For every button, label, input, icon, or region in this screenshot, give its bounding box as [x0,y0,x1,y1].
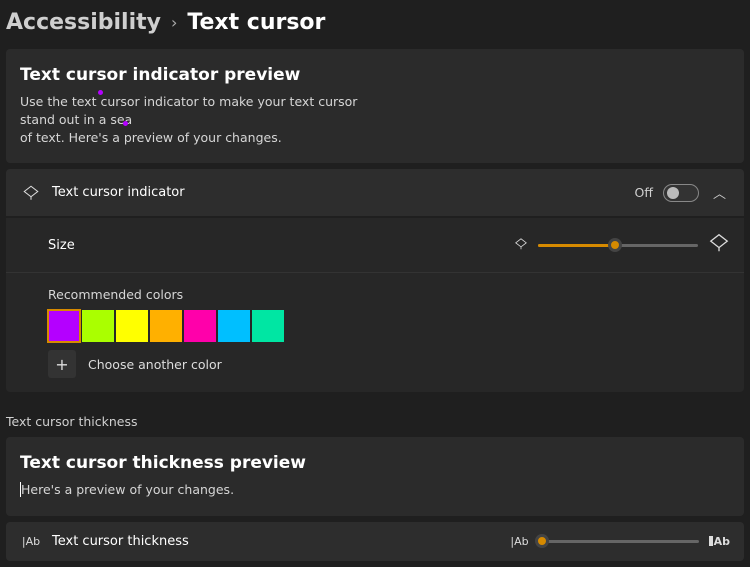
indicator-toggle-state: Off [635,185,653,200]
color-swatch-5[interactable] [218,310,250,342]
thickness-preview-card: Text cursor thickness preview Here's a p… [6,437,744,515]
indicator-preview-line2: of text. Here's a preview of your change… [20,130,282,145]
thickness-label: Text cursor thickness [52,534,510,549]
indicator-expander[interactable]: ︿ [709,181,730,204]
breadcrumb-current: Text cursor [187,10,325,35]
thickness-preview-text: Here's a preview of your changes. [21,482,234,497]
color-swatch-2[interactable] [116,310,148,342]
swatch-row [48,310,730,342]
indicator-preview-desc: Use the text cursor indicator to make yo… [20,93,360,147]
cursor-indicator-preview-caret [136,114,138,126]
thickness-preview-desc: Here's a preview of your changes. [20,481,360,499]
plus-icon[interactable]: + [48,350,76,378]
cursor-indicator-top-dot [98,90,103,95]
thickness-icon: |Ab [20,535,42,548]
size-row: Size [6,218,744,273]
size-slider[interactable] [538,244,698,247]
colors-title: Recommended colors [48,287,730,302]
choose-color-label: Choose another color [88,357,222,372]
thickness-row: |Ab Text cursor thickness |Ab Ab [6,522,744,561]
breadcrumb: Accessibility › Text cursor [6,4,744,49]
size-max-icon [708,232,730,258]
indicator-preview-title: Text cursor indicator preview [20,65,730,85]
color-swatch-6[interactable] [252,310,284,342]
size-slider-thumb[interactable] [608,238,622,252]
colors-section: Recommended colors + Choose another colo… [6,273,744,392]
thickness-max-icon: Ab [709,535,730,548]
color-swatch-0[interactable] [48,310,80,342]
color-swatch-4[interactable] [184,310,216,342]
breadcrumb-parent[interactable]: Accessibility [6,10,161,35]
indicator-row[interactable]: Text cursor indicator Off ︿ [6,169,744,216]
indicator-sub-panel: Size Recommended colors + Choose another [6,218,744,392]
color-swatch-1[interactable] [82,310,114,342]
thickness-min-icon: |Ab [510,535,528,548]
size-label: Size [48,238,514,253]
thickness-preview-title: Text cursor thickness preview [20,453,730,473]
indicator-toggle[interactable] [663,184,699,202]
thickness-slider-thumb[interactable] [535,534,549,548]
choose-color-row[interactable]: + Choose another color [48,350,730,378]
size-min-icon [514,236,528,255]
indicator-preview-line1: Use the text cursor indicator to make yo… [20,94,357,127]
cursor-indicator-bottom-dot [123,121,128,126]
indicator-icon [20,184,42,202]
color-swatch-3[interactable] [150,310,182,342]
thickness-heading: Text cursor thickness [6,398,744,437]
indicator-preview-card: Text cursor indicator preview Use the te… [6,49,744,163]
chevron-right-icon: › [171,13,177,32]
indicator-label: Text cursor indicator [52,185,635,200]
